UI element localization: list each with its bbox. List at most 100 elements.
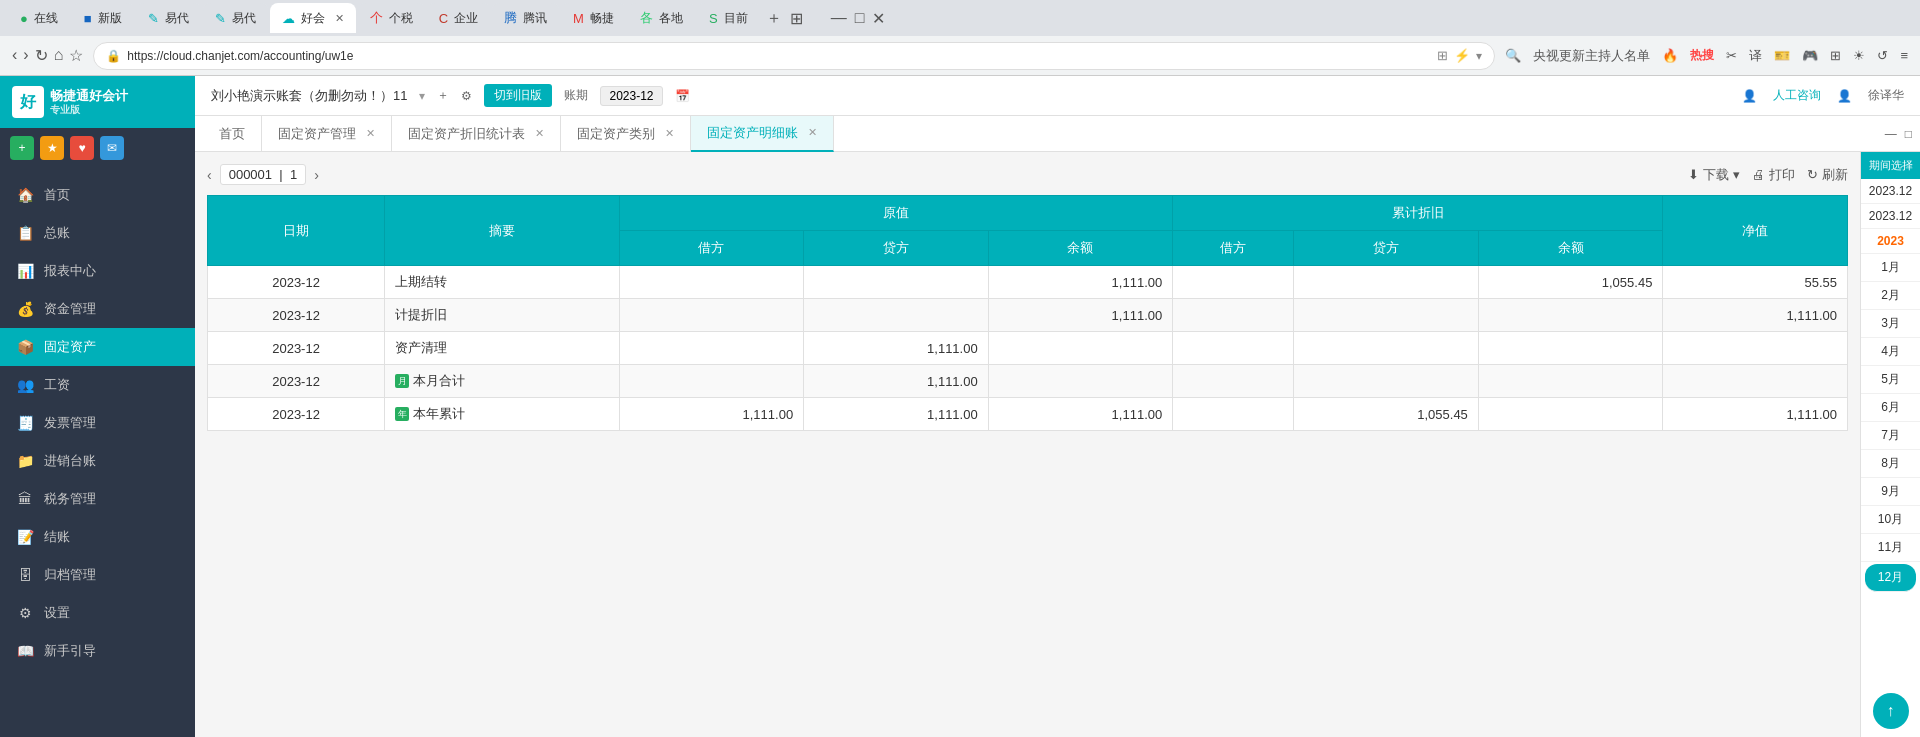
sidebar-icon-red[interactable]: ♥ [70,136,94,160]
sidebar-item-invoice[interactable]: 🧾 发票管理 [0,404,195,442]
cell-orig-debit [619,365,804,398]
home-icon[interactable]: ⌂ [54,46,64,65]
switch-version-btn[interactable]: 切到旧版 [484,84,552,107]
new-tab-icon[interactable]: ＋ [766,8,782,29]
sidebar-item-tax[interactable]: 🏛 税务管理 [0,480,195,518]
game-icon[interactable]: 🎮 [1802,48,1818,63]
tab-label: 易代 [165,10,189,27]
browser-tab-qiye[interactable]: C 企业 [427,3,490,33]
sidebar-item-purchase[interactable]: 📁 进销台账 [0,442,195,480]
back-icon[interactable]: ‹ [12,46,17,65]
period-item-mar[interactable]: 3月 [1861,310,1920,338]
close-window-icon[interactable]: ✕ [872,9,885,28]
print-icon: 🖨 [1752,167,1765,182]
next-page-btn[interactable]: › [314,167,319,183]
scissors-icon[interactable]: ✂ [1726,48,1737,63]
main-content: 刘小艳演示账套（勿删勿动！）11 ▾ ＋ ⚙ 切到旧版 账期 2023-12 📅… [195,76,1920,737]
url-input[interactable]: 🔒 https://cloud.chanjet.com/accounting/u… [93,42,1495,70]
period-item-aug[interactable]: 8月 [1861,450,1920,478]
browser-tab-gedi[interactable]: 各 各地 [628,3,695,33]
human-service-btn[interactable]: 人工咨询 [1773,87,1821,104]
sidebar-item-fixed-assets[interactable]: 📦 固定资产 [0,328,195,366]
period-item-year-2023[interactable]: 2023 [1861,229,1920,254]
period-item-oct[interactable]: 10月 [1861,506,1920,534]
dropdown-icon[interactable]: ▾ [1476,49,1482,63]
scroll-top-btn[interactable]: ↑ [1873,693,1909,729]
cell-orig-credit [804,266,989,299]
period-item-nov[interactable]: 11月 [1861,534,1920,562]
minimize-icon[interactable]: — [831,9,847,27]
add-icon[interactable]: ＋ [437,87,449,104]
hot-search-label[interactable]: 热搜 [1690,47,1714,64]
browser-tab-yidai2[interactable]: ✎ 易代 [203,3,268,33]
translate-icon[interactable]: 译 [1749,47,1762,65]
sidebar-item-funds[interactable]: 💰 资金管理 [0,290,195,328]
sidebar-item-salary[interactable]: 👥 工资 [0,366,195,404]
maximize-window-icon[interactable]: □ [1905,127,1912,141]
bookmark-icon[interactable]: ☆ [69,46,83,65]
tab-close-icon[interactable]: ✕ [665,127,674,140]
share-icon[interactable]: ⊞ [1437,48,1448,63]
period-item-jun[interactable]: 6月 [1861,394,1920,422]
period-item-2023-12-first[interactable]: 2023.12 [1861,179,1920,204]
cell-orig-balance: 1,111.00 [988,266,1173,299]
cell-dep-balance [1478,299,1663,332]
tab-menu-icon[interactable]: ⊞ [790,9,803,28]
tab-close-icon[interactable]: ✕ [335,12,344,25]
tab-label: 固定资产明细账 [707,124,798,142]
tab-close-icon[interactable]: ✕ [808,126,817,139]
browser-tab-yidai1[interactable]: ✎ 易代 [136,3,201,33]
sidebar-item-report[interactable]: 📊 报表中心 [0,252,195,290]
download-btn[interactable]: ⬇ 下载 ▾ [1688,166,1740,184]
refresh-btn[interactable]: ↻ 刷新 [1807,166,1848,184]
period-item-sep[interactable]: 9月 [1861,478,1920,506]
browser-tab-geshui[interactable]: 个 个税 [358,3,425,33]
sidebar-item-settings[interactable]: ⚙ 设置 [0,594,195,632]
period-item-feb[interactable]: 2月 [1861,282,1920,310]
sidebar-item-home[interactable]: 🏠 首页 [0,176,195,214]
sidebar-item-guide[interactable]: 📖 新手引导 [0,632,195,670]
reload-icon[interactable]: ↻ [35,46,48,65]
maximize-icon[interactable]: □ [855,9,865,27]
undo-icon[interactable]: ↺ [1877,48,1888,63]
sidebar-icon-blue[interactable]: ✉ [100,136,124,160]
prev-page-btn[interactable]: ‹ [207,167,212,183]
calendar-icon[interactable]: 📅 [675,89,690,103]
tab-depreciation-stat[interactable]: 固定资产折旧统计表 ✕ [392,116,561,152]
browser-tab-tengxun[interactable]: 腾 腾讯 [492,3,559,33]
sidebar-item-ledger[interactable]: 📋 总账 [0,214,195,252]
settings-small-icon[interactable]: ⚙ [461,89,472,103]
tab-close-icon[interactable]: ✕ [366,127,375,140]
browser-tab-online[interactable]: ● 在线 [8,3,70,33]
period-item-apr[interactable]: 4月 [1861,338,1920,366]
sidebar-item-archive[interactable]: 🗄 归档管理 [0,556,195,594]
dropdown-arrow[interactable]: ▾ [419,89,425,103]
tab-asset-detail[interactable]: 固定资产明细账 ✕ [691,116,834,152]
browser-tab-new[interactable]: ■ 新版 [72,3,134,33]
wallet-icon[interactable]: 🎫 [1774,48,1790,63]
period-item-jul[interactable]: 7月 [1861,422,1920,450]
browser-tab-haokuai[interactable]: ☁ 好会 ✕ [270,3,356,33]
menu-icon[interactable]: ≡ [1900,48,1908,63]
sidebar-icon-yellow[interactable]: ★ [40,136,64,160]
minimize-window-icon[interactable]: — [1885,127,1897,141]
tab-close-icon[interactable]: ✕ [535,127,544,140]
sidebar-icon-green[interactable]: + [10,136,34,160]
tab-asset-category[interactable]: 固定资产类别 ✕ [561,116,691,152]
browser-tab-muqian[interactable]: S 目前 [697,3,760,33]
forward-icon[interactable]: › [23,46,28,65]
tab-home[interactable]: 首页 [203,116,262,152]
sidebar-item-closing[interactable]: 📝 结账 [0,518,195,556]
download-icon: ⬇ [1688,167,1699,182]
period-item-jan[interactable]: 1月 [1861,254,1920,282]
tab-fixed-asset-mgmt[interactable]: 固定资产管理 ✕ [262,116,392,152]
grid-icon[interactable]: ⊞ [1830,48,1841,63]
period-item-dec[interactable]: 12月 [1865,564,1916,592]
ledger-area: ‹ 000001 | 1 › ⬇ 下载 ▾ [195,152,1860,737]
browser-tab-changjie[interactable]: M 畅捷 [561,3,626,33]
lightning-icon[interactable]: ⚡ [1454,48,1470,63]
print-btn[interactable]: 🖨 打印 [1752,166,1795,184]
period-item-2023-12-second[interactable]: 2023.12 [1861,204,1920,229]
sun-icon[interactable]: ☀ [1853,48,1865,63]
period-item-may[interactable]: 5月 [1861,366,1920,394]
